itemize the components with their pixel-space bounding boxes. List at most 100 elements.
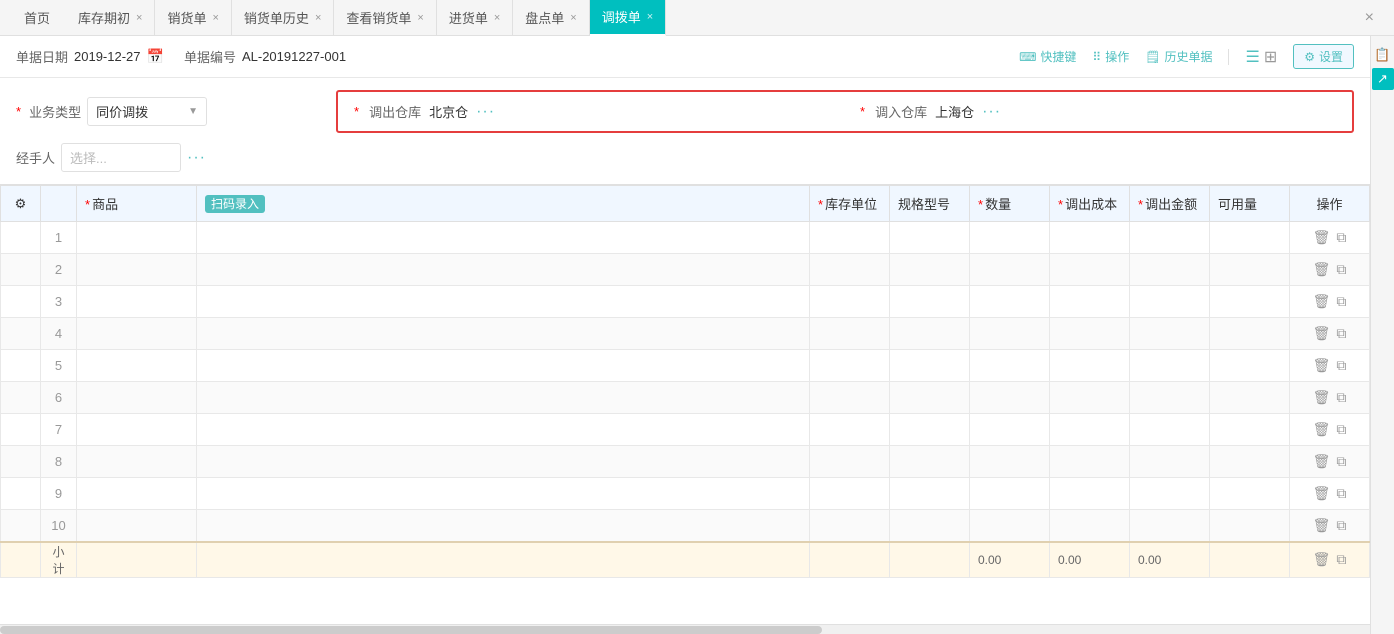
tab-view-sales[interactable]: 查看销货单 × <box>334 0 436 36</box>
qty-cell[interactable] <box>970 222 1050 254</box>
delete-icon[interactable]: 🗑 <box>1313 551 1331 568</box>
amount-cell[interactable] <box>1130 222 1210 254</box>
in-warehouse-more-icon[interactable]: ··· <box>982 103 1001 121</box>
copy-icon[interactable]: ⧉ <box>1336 421 1346 438</box>
cost-cell[interactable] <box>1050 254 1130 286</box>
shortcut-button[interactable]: ⌨ 快捷键 <box>1019 48 1076 65</box>
sidebar-notes-icon[interactable]: 📋 <box>1372 44 1394 66</box>
delete-icon[interactable]: 🗑 <box>1313 229 1331 246</box>
delete-icon[interactable]: 🗑 <box>1313 517 1331 534</box>
delete-icon[interactable]: 🗑 <box>1313 421 1331 438</box>
copy-icon[interactable]: ⧉ <box>1336 389 1346 406</box>
tab-close-icon[interactable]: × <box>494 12 500 24</box>
copy-icon[interactable]: ⧉ <box>1336 453 1346 470</box>
tab-close-icon[interactable]: × <box>212 12 218 24</box>
scrollbar-thumb[interactable] <box>0 626 822 634</box>
delete-icon[interactable]: 🗑 <box>1313 485 1331 502</box>
cost-cell[interactable] <box>1050 318 1130 350</box>
qty-cell[interactable] <box>970 414 1050 446</box>
goods-cell[interactable] <box>77 510 197 542</box>
qty-cell[interactable] <box>970 478 1050 510</box>
cost-cell[interactable] <box>1050 446 1130 478</box>
handler-more-icon[interactable]: ··· <box>187 149 206 167</box>
copy-icon[interactable]: ⧉ <box>1336 261 1346 278</box>
amount-cell[interactable] <box>1130 510 1210 542</box>
delete-icon[interactable]: 🗑 <box>1313 357 1331 374</box>
copy-icon[interactable]: ⧉ <box>1336 517 1346 534</box>
qty-cell[interactable] <box>970 350 1050 382</box>
col-scan-header[interactable]: 扫码录入 <box>197 186 810 222</box>
qty-cell[interactable] <box>970 254 1050 286</box>
tab-sales-order[interactable]: 销货单 × <box>155 0 231 36</box>
tab-inventory-check[interactable]: 盘点单 × <box>513 0 589 36</box>
cost-cell[interactable] <box>1050 222 1130 254</box>
horizontal-scrollbar[interactable] <box>0 624 1370 634</box>
window-close-button[interactable]: × <box>1353 9 1386 27</box>
tab-close-icon[interactable]: × <box>647 11 653 23</box>
calendar-icon[interactable]: 📅 <box>147 48 164 65</box>
goods-cell[interactable] <box>77 414 197 446</box>
goods-cell[interactable] <box>77 222 197 254</box>
grid-view-icon[interactable]: ⊞ <box>1264 47 1277 67</box>
amount-cell[interactable] <box>1130 254 1210 286</box>
goods-cell[interactable] <box>77 446 197 478</box>
qty-cell[interactable] <box>970 510 1050 542</box>
qty-cell[interactable] <box>970 446 1050 478</box>
list-view-icon[interactable]: ☰ <box>1245 47 1259 67</box>
delete-icon[interactable]: 🗑 <box>1313 325 1331 342</box>
tab-transfer-order[interactable]: 调拨单 × <box>590 0 666 36</box>
copy-icon[interactable]: ⧉ <box>1336 325 1346 342</box>
business-type-select[interactable]: 同价调拨 ▼ <box>87 97 207 126</box>
tab-home[interactable]: 首页 <box>8 0 66 36</box>
goods-cell[interactable] <box>77 382 197 414</box>
goods-cell[interactable] <box>77 318 197 350</box>
tab-sales-history[interactable]: 销货单历史 × <box>232 0 334 36</box>
tab-close-icon[interactable]: × <box>417 12 423 24</box>
amount-cell[interactable] <box>1130 446 1210 478</box>
goods-cell[interactable] <box>77 254 197 286</box>
delete-icon[interactable]: 🗑 <box>1313 453 1331 470</box>
copy-icon[interactable]: ⧉ <box>1336 229 1346 246</box>
goods-cell[interactable] <box>77 478 197 510</box>
cost-cell[interactable] <box>1050 350 1130 382</box>
tab-close-icon[interactable]: × <box>315 12 321 24</box>
goods-cell[interactable] <box>77 542 197 578</box>
delete-icon[interactable]: 🗑 <box>1313 389 1331 406</box>
copy-icon[interactable]: ⧉ <box>1336 357 1346 374</box>
qty-cell[interactable] <box>970 286 1050 318</box>
settings-button[interactable]: ⚙ 设置 <box>1293 44 1354 69</box>
cost-cell[interactable] <box>1050 382 1130 414</box>
cost-cell[interactable] <box>1050 510 1130 542</box>
amount-cell[interactable] <box>1130 318 1210 350</box>
history-button[interactable]: 🗒 历史单据 <box>1145 48 1212 65</box>
out-warehouse-more-icon[interactable]: ··· <box>476 103 495 121</box>
tab-inventory-init[interactable]: 库存期初 × <box>66 0 155 36</box>
delete-icon[interactable]: 🗑 <box>1313 261 1331 278</box>
amount-cell[interactable]: 0.00 <box>1130 542 1210 578</box>
amount-cell[interactable] <box>1130 414 1210 446</box>
copy-icon[interactable]: ⧉ <box>1336 551 1346 568</box>
qty-cell[interactable] <box>970 318 1050 350</box>
goods-cell[interactable] <box>77 350 197 382</box>
copy-icon[interactable]: ⧉ <box>1336 485 1346 502</box>
cost-cell[interactable] <box>1050 414 1130 446</box>
delete-icon[interactable]: 🗑 <box>1313 293 1331 310</box>
amount-cell[interactable] <box>1130 286 1210 318</box>
copy-icon[interactable]: ⧉ <box>1336 293 1346 310</box>
qty-cell[interactable]: 0.00 <box>970 542 1050 578</box>
tab-purchase-order[interactable]: 进货单 × <box>437 0 513 36</box>
cost-cell[interactable] <box>1050 286 1130 318</box>
amount-cell[interactable] <box>1130 382 1210 414</box>
tab-close-icon[interactable]: × <box>570 12 576 24</box>
goods-cell[interactable] <box>77 286 197 318</box>
cost-cell[interactable]: 0.00 <box>1050 542 1130 578</box>
operation-button[interactable]: ⠿ 操作 <box>1092 48 1129 65</box>
amount-cell[interactable] <box>1130 350 1210 382</box>
handler-select[interactable]: 选择... <box>61 143 181 172</box>
amount-cell[interactable] <box>1130 478 1210 510</box>
tab-close-icon[interactable]: × <box>136 12 142 24</box>
col-settings-header[interactable]: ⚙ <box>1 186 41 222</box>
qty-cell[interactable] <box>970 382 1050 414</box>
scan-button[interactable]: 扫码录入 <box>205 195 265 213</box>
sidebar-export-icon[interactable]: ↗ <box>1372 68 1394 90</box>
